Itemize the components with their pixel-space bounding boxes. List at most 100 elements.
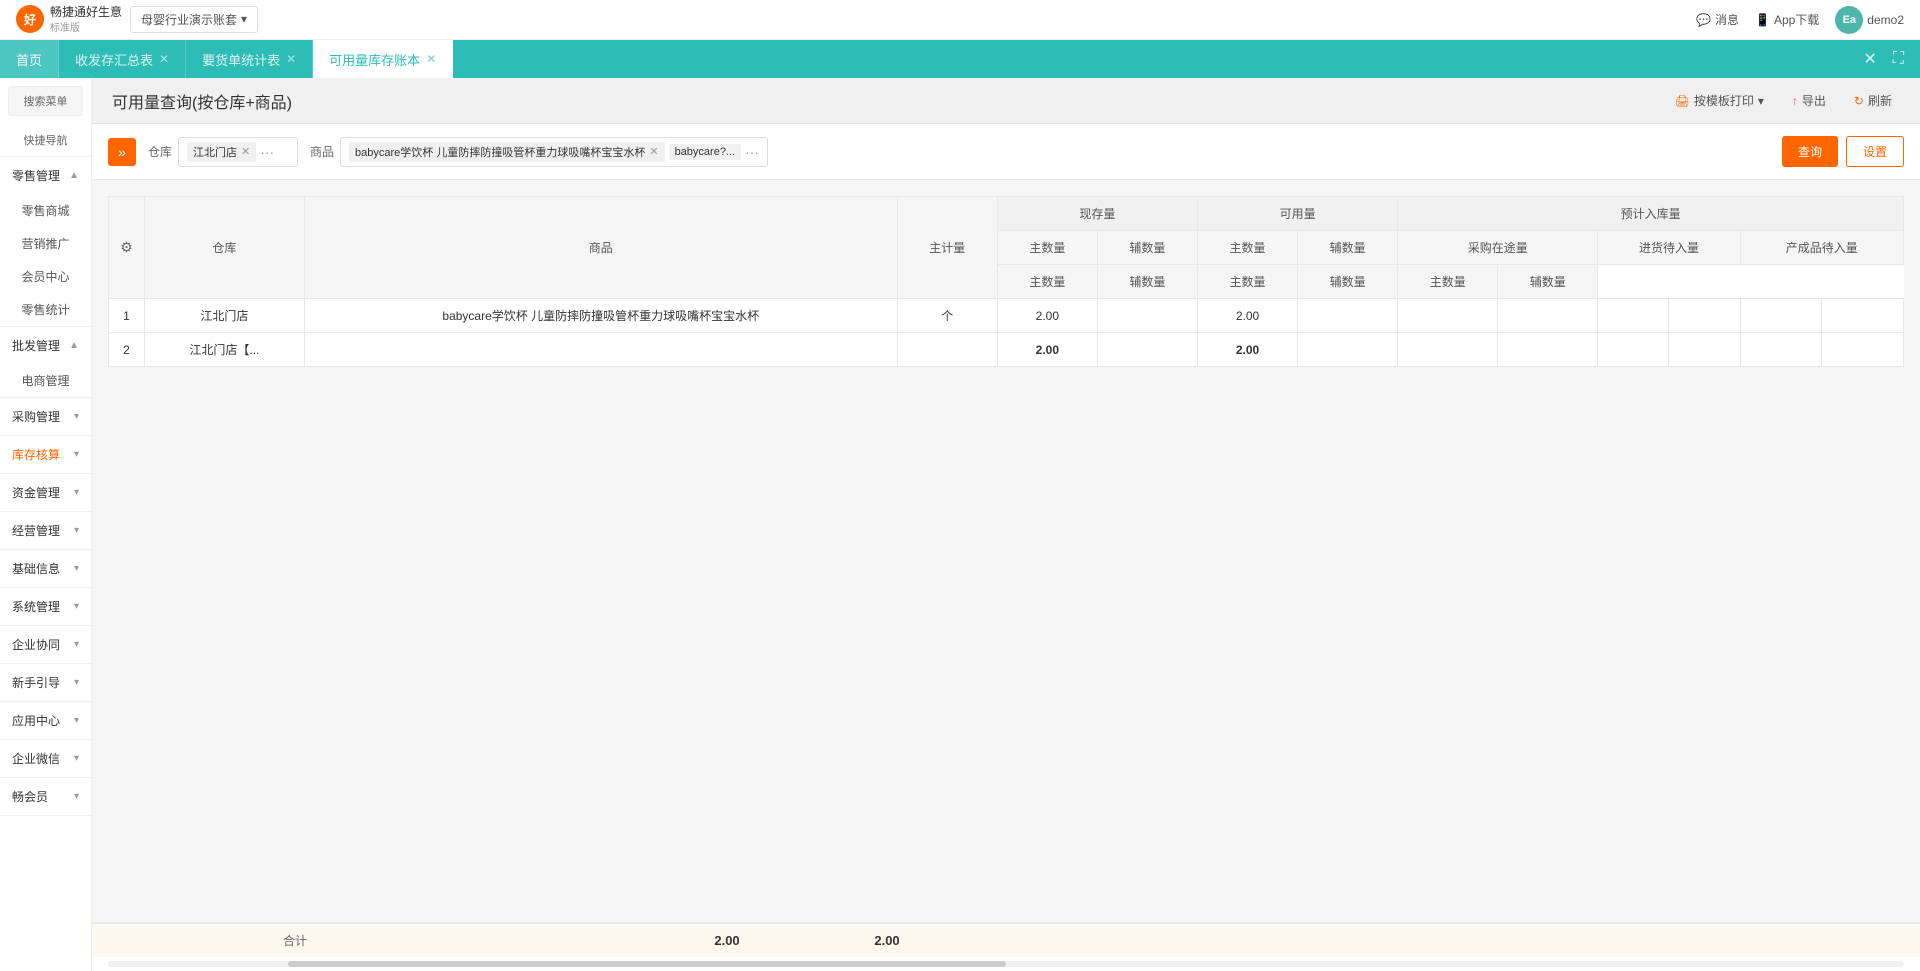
system-mgmt-label: 系统管理 bbox=[12, 598, 60, 615]
sidebar-item-retail-stats[interactable]: 零售统计 bbox=[0, 293, 91, 326]
th-available-main: 主数量 bbox=[1197, 231, 1297, 265]
query-btn[interactable]: 查询 bbox=[1782, 136, 1838, 167]
filter-expand-btn[interactable]: » bbox=[108, 138, 136, 166]
top-bar: 好 畅捷通好生意 标准版 母婴行业演示账套 ▾ 💬 消息 📱 App下载 Ea … bbox=[0, 0, 1920, 40]
enterprise-collab-label: 企业协同 bbox=[12, 636, 60, 653]
summary-values: 2.00 2.00 bbox=[327, 933, 1904, 948]
row2-unit bbox=[897, 333, 997, 367]
th-fin-aux: 辅数量 bbox=[1498, 265, 1598, 299]
product-tag-1-remove[interactable]: ✕ bbox=[649, 145, 658, 158]
refresh-icon: ↻ bbox=[1854, 94, 1864, 108]
wholesale-mgmt-arrow: ▲ bbox=[69, 340, 79, 351]
new-guide-header[interactable]: 新手引导 ▾ bbox=[0, 664, 91, 701]
tab-home[interactable]: 首页 bbox=[0, 40, 59, 78]
row1-stock-main: 2.00 bbox=[997, 299, 1097, 333]
print-template-label: 按模板打印 bbox=[1694, 92, 1754, 109]
message-label: 消息 bbox=[1715, 11, 1739, 28]
refresh-label: 刷新 bbox=[1868, 92, 1892, 109]
tab-available-stock[interactable]: 可用量库存账本 ✕ bbox=[313, 40, 453, 78]
row2-available-aux bbox=[1298, 333, 1398, 367]
message-icon: 💬 bbox=[1696, 13, 1711, 27]
basic-info-arrow: ▾ bbox=[74, 563, 79, 574]
export-btn[interactable]: ↑ 导出 bbox=[1784, 88, 1834, 113]
scroll-thumb[interactable] bbox=[288, 961, 1006, 967]
summary-spacer-product bbox=[327, 933, 627, 948]
expand-icon[interactable]: ⛶ bbox=[1889, 46, 1908, 72]
search-menu-btn[interactable]: 搜索菜单 bbox=[8, 86, 83, 116]
vip-member-header[interactable]: 畅会员 ▾ bbox=[0, 778, 91, 815]
page-title: 可用量查询(按仓库+商品) bbox=[112, 89, 292, 113]
product-tag-1: babycare学饮杯 儿童防摔防撞吸管杯重力球吸嘴杯宝宝水杯 ✕ bbox=[349, 142, 665, 162]
sidebar-item-retail-mall[interactable]: 零售商城 bbox=[0, 194, 91, 227]
message-btn[interactable]: 💬 消息 bbox=[1696, 11, 1739, 28]
basic-info-header[interactable]: 基础信息 ▾ bbox=[0, 550, 91, 587]
product-more-icon[interactable]: ··· bbox=[745, 144, 759, 160]
tab-order-stats[interactable]: 要货单统计表 ✕ bbox=[186, 40, 313, 78]
logo-sub: 标准版 bbox=[50, 19, 122, 34]
close-available-stock-icon[interactable]: ✕ bbox=[426, 52, 436, 66]
tab-receipt-summary[interactable]: 收发存汇总表 ✕ bbox=[59, 40, 186, 78]
enterprise-collab-header[interactable]: 企业协同 ▾ bbox=[0, 626, 91, 663]
th-settings[interactable]: ⚙ bbox=[109, 197, 145, 299]
row1-product: babycare学饮杯 儿童防摔防撞吸管杯重力球吸嘴杯宝宝水杯 bbox=[304, 299, 897, 333]
product-filter-input[interactable]: babycare学饮杯 儿童防摔防撞吸管杯重力球吸嘴杯宝宝水杯 ✕ babyca… bbox=[340, 137, 768, 167]
sidebar-section-wholesale: 批发管理 ▲ 电商管理 bbox=[0, 327, 91, 398]
close-receipt-summary-icon[interactable]: ✕ bbox=[159, 52, 169, 66]
new-guide-label: 新手引导 bbox=[12, 674, 60, 691]
warehouse-tag: 江北门店 ✕ bbox=[187, 142, 256, 162]
enterprise-wechat-arrow: ▾ bbox=[74, 753, 79, 764]
th-available-aux: 辅数量 bbox=[1298, 231, 1398, 265]
sidebar-item-marketing[interactable]: 营销推广 bbox=[0, 227, 91, 260]
th-inc-main: 主数量 bbox=[1197, 265, 1297, 299]
app-download-btn[interactable]: 📱 App下载 bbox=[1755, 11, 1819, 28]
row1-inc-aux bbox=[1669, 299, 1740, 333]
warehouse-filter-label: 仓库 bbox=[148, 143, 172, 160]
refresh-btn[interactable]: ↻ 刷新 bbox=[1846, 88, 1900, 113]
table-row: 1 江北门店 babycare学饮杯 儿童防摔防撞吸管杯重力球吸嘴杯宝宝水杯 个… bbox=[109, 299, 1904, 333]
horizontal-scrollbar[interactable] bbox=[108, 961, 1904, 967]
enterprise-wechat-label: 企业微信 bbox=[12, 750, 60, 767]
sidebar-item-member-center[interactable]: 会员中心 bbox=[0, 260, 91, 293]
row2-purch-aux bbox=[1498, 333, 1598, 367]
enterprise-wechat-header[interactable]: 企业微信 ▾ bbox=[0, 740, 91, 777]
settings-btn[interactable]: 设置 bbox=[1846, 136, 1904, 167]
close-order-stats-icon[interactable]: ✕ bbox=[286, 52, 296, 66]
th-stock-aux: 辅数量 bbox=[1097, 231, 1197, 265]
sidebar-section-system: 系统管理 ▾ bbox=[0, 588, 91, 626]
sidebar-item-ecommerce[interactable]: 电商管理 bbox=[0, 364, 91, 397]
warehouse-more-icon[interactable]: ··· bbox=[260, 144, 274, 160]
user-profile-btn[interactable]: Ea demo2 bbox=[1835, 6, 1904, 34]
bottom-scroll-area bbox=[92, 957, 1920, 971]
app-icon: 📱 bbox=[1755, 13, 1770, 27]
home-tab-label: 首页 bbox=[16, 50, 42, 69]
close-all-tabs-icon[interactable]: ✕ bbox=[1859, 45, 1880, 73]
enterprise-selector[interactable]: 母婴行业演示账套 ▾ bbox=[130, 6, 258, 33]
product-tag-1-value: babycare学饮杯 儿童防摔防撞吸管杯重力球吸嘴杯宝宝水杯 bbox=[355, 144, 645, 160]
purchase-mgmt-arrow: ▾ bbox=[74, 411, 79, 422]
print-chevron-icon: ▾ bbox=[1758, 94, 1764, 108]
operation-mgmt-header[interactable]: 经营管理 ▾ bbox=[0, 512, 91, 549]
product-tag-2-value: babycare?... bbox=[675, 146, 736, 158]
print-template-btn[interactable]: 🖨 按模板打印 ▾ bbox=[1667, 88, 1772, 113]
warehouse-filter-input[interactable]: 江北门店 ✕ ··· bbox=[178, 137, 298, 167]
retail-mgmt-header[interactable]: 零售管理 ▲ bbox=[0, 157, 91, 194]
purchase-mgmt-header[interactable]: 采购管理 ▾ bbox=[0, 398, 91, 435]
sidebar-section-finance: 资金管理 ▾ bbox=[0, 474, 91, 512]
sidebar-section-retail: 零售管理 ▲ 零售商城 营销推广 会员中心 零售统计 bbox=[0, 157, 91, 327]
logo-area: 好 畅捷通好生意 标准版 bbox=[16, 5, 122, 34]
product-filter-label: 商品 bbox=[310, 143, 334, 160]
row1-purch-aux bbox=[1498, 299, 1598, 333]
warehouse-tag-remove[interactable]: ✕ bbox=[241, 145, 250, 158]
system-mgmt-header[interactable]: 系统管理 ▾ bbox=[0, 588, 91, 625]
sidebar-quick-nav[interactable]: 快捷导航 bbox=[0, 124, 91, 157]
finance-mgmt-header[interactable]: 资金管理 ▾ bbox=[0, 474, 91, 511]
sidebar-section-wechat: 企业微信 ▾ bbox=[0, 740, 91, 778]
row2-warehouse: 江北门店【... bbox=[145, 333, 305, 367]
wholesale-mgmt-header[interactable]: 批发管理 ▲ bbox=[0, 327, 91, 364]
table-container[interactable]: ⚙ 仓库 商品 主计量 现存量 可用量 预计入库量 主数量 辅数量 主数量 辅数… bbox=[92, 180, 1920, 922]
table-settings-icon[interactable]: ⚙ bbox=[120, 239, 133, 255]
row2-purch-main bbox=[1398, 333, 1498, 367]
nav-tabs-bar: 首页 收发存汇总表 ✕ 要货单统计表 ✕ 可用量库存账本 ✕ ✕ ⛶ bbox=[0, 40, 1920, 78]
inventory-check-header[interactable]: 库存核算 ▾ bbox=[0, 436, 91, 473]
app-center-header[interactable]: 应用中心 ▾ bbox=[0, 702, 91, 739]
